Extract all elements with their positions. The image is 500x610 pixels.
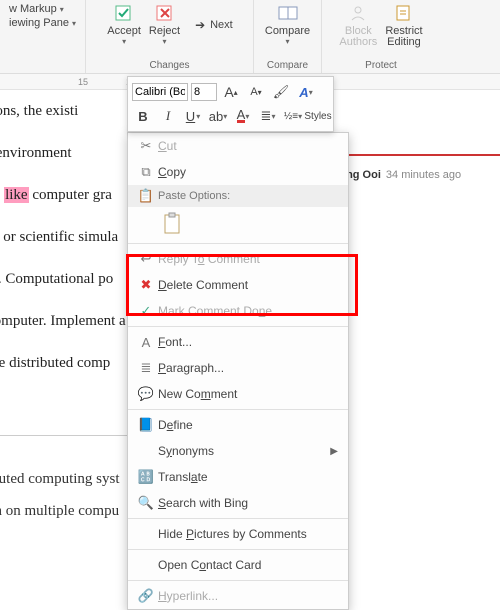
menu-copy[interactable]: ⧉Copy: [128, 159, 348, 185]
ruler-tick: 15: [78, 74, 88, 89]
font-size-input[interactable]: [191, 83, 217, 101]
menu-search-bing[interactable]: 🔍Search with Bing: [128, 490, 348, 516]
show-markup-dropdown[interactable]: w Markup▾: [6, 2, 79, 16]
styles-icon: A: [299, 85, 308, 100]
next-icon: ➔: [193, 18, 207, 32]
check-icon: ✓: [134, 303, 158, 319]
paragraph-icon: ≣: [134, 360, 158, 376]
menu-mark-comment-done: ✓Mark Comment Done: [128, 298, 348, 324]
group-label-compare: Compare: [267, 60, 308, 71]
accept-icon: [114, 3, 134, 23]
comment-icon: 💬: [134, 386, 158, 402]
brush-icon: 🖌: [273, 84, 290, 100]
paste-icon: 📋: [134, 188, 158, 204]
group-label-tracking: [41, 60, 44, 71]
format-painter-button[interactable]: 🖌: [270, 82, 292, 102]
mini-toolbar: A▴ A▾ 🖌 A▾ B I U▾ ab▾ A▾ ≣▾ ½≡▾ Styles: [127, 76, 334, 132]
shrink-font-button[interactable]: A▾: [245, 82, 267, 102]
delete-comment-icon: ✖: [134, 277, 158, 293]
menu-paragraph[interactable]: ≣Paragraph...: [128, 355, 348, 381]
ribbon: w Markup▾ iewing Pane▾ Accept▾ Reject▾ ➔…: [0, 0, 500, 74]
next-change-button[interactable]: ➔Next: [190, 17, 236, 33]
underline-button[interactable]: U▾: [182, 106, 204, 126]
menu-translate[interactable]: 🔠Translate: [128, 464, 348, 490]
menu-delete-comment[interactable]: ✖Delete Comment: [128, 272, 348, 298]
styles-dropdown[interactable]: A▾: [295, 82, 317, 102]
italic-button[interactable]: I: [157, 106, 179, 126]
highlight-button[interactable]: ab▾: [207, 106, 229, 126]
font-color-button[interactable]: A▾: [232, 106, 254, 126]
reply-icon: ↩: [134, 251, 158, 267]
reject-button[interactable]: Reject▾: [145, 1, 184, 48]
search-icon: 🔍: [134, 495, 158, 511]
group-label-protect: Protect: [365, 60, 397, 71]
restrict-editing-button[interactable]: Restrict Editing: [381, 1, 426, 50]
bullets-icon: ≣: [261, 108, 272, 124]
numbering-button[interactable]: ½≡▾: [282, 106, 304, 126]
bullets-button[interactable]: ≣▾: [257, 106, 279, 126]
menu-define[interactable]: 📘Define: [128, 412, 348, 438]
copy-icon: ⧉: [134, 164, 158, 180]
font-name-input[interactable]: [132, 83, 188, 101]
hyperlink-icon: 🔗: [134, 588, 158, 604]
menu-synonyms[interactable]: Synonyms▶: [128, 438, 348, 464]
define-icon: 📘: [134, 417, 158, 433]
numbering-icon: ½≡: [284, 111, 298, 122]
menu-reply-comment: ↩Reply To Comment: [128, 246, 348, 272]
cut-icon: ✂: [134, 138, 158, 154]
menu-cut[interactable]: ✂Cut: [128, 133, 348, 159]
block-authors-button: Block Authors: [335, 1, 381, 50]
compare-button[interactable]: Compare▾: [261, 1, 314, 48]
menu-font[interactable]: AFont...: [128, 329, 348, 355]
bold-button[interactable]: B: [132, 106, 154, 126]
chevron-right-icon: ▶: [330, 446, 338, 457]
accept-button[interactable]: Accept▾: [103, 1, 145, 48]
grow-font-button[interactable]: A▴: [220, 82, 242, 102]
reject-icon: [155, 3, 175, 23]
font-icon: A: [134, 335, 158, 350]
clipboard-icon: [158, 212, 186, 236]
block-authors-icon: [348, 3, 368, 23]
menu-hide-pictures[interactable]: Hide Pictures by Comments: [128, 521, 348, 547]
compare-icon: [278, 3, 298, 23]
context-menu: ✂Cut ⧉Copy 📋Paste Options: ↩Reply To Com…: [127, 132, 349, 610]
menu-hyperlink: 🔗Hyperlink...: [128, 583, 348, 609]
menu-new-comment[interactable]: 💬New Comment: [128, 381, 348, 407]
styles-button[interactable]: Styles: [307, 106, 329, 126]
commented-text[interactable]: like: [4, 187, 29, 203]
reviewing-pane-dropdown[interactable]: iewing Pane▾: [6, 16, 79, 30]
menu-open-contact-card[interactable]: Open Contact Card: [128, 552, 348, 578]
restrict-editing-icon: [394, 3, 414, 23]
comment-time: 34 minutes ago: [386, 169, 461, 181]
font-color-icon: A: [237, 110, 246, 123]
highlight-icon: ab: [209, 109, 223, 124]
menu-paste-default[interactable]: [128, 207, 348, 241]
translate-icon: 🔠: [134, 469, 158, 485]
menu-paste-options-label: 📋Paste Options:: [128, 185, 348, 207]
group-label-changes: Changes: [149, 60, 189, 71]
